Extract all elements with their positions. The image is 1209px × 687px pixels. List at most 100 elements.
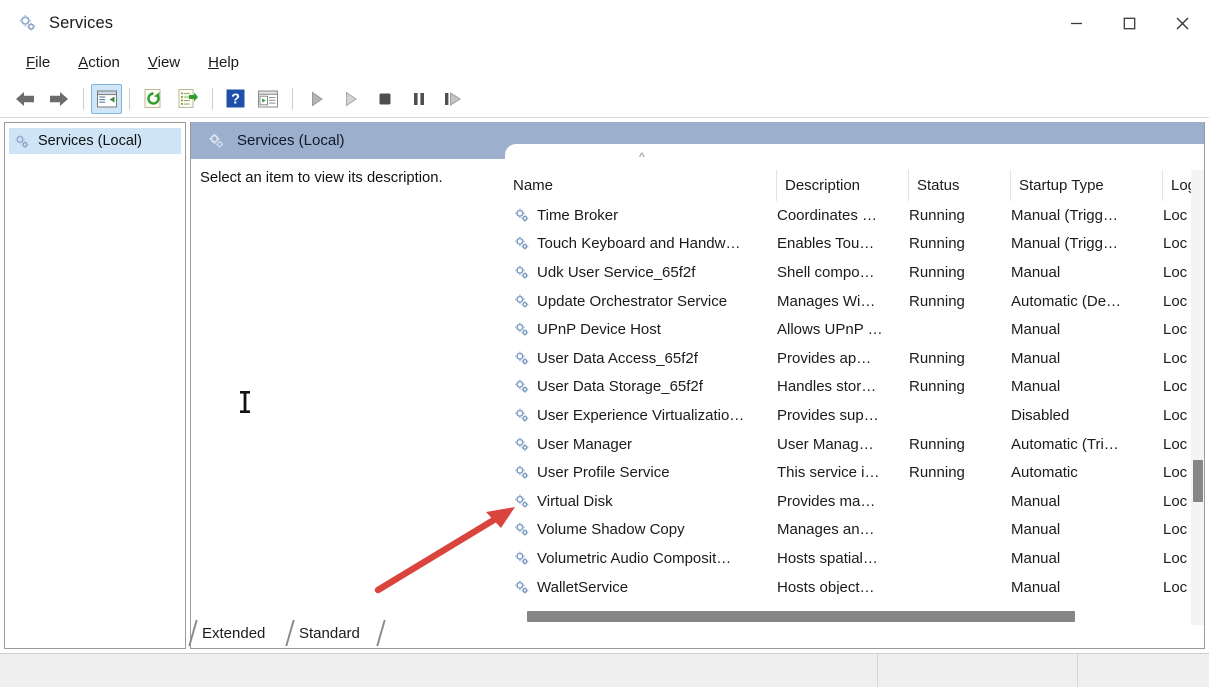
cell-logon: Loc: [1163, 516, 1191, 545]
table-row[interactable]: User Profile Service This service i… Runni…: [505, 458, 1191, 487]
cell-status: Running: [909, 458, 1011, 487]
service-gear-icon: [513, 436, 530, 453]
maximize-button[interactable]: [1103, 0, 1156, 46]
menu-view[interactable]: View: [136, 52, 192, 73]
back-button[interactable]: [8, 84, 42, 114]
service-gear-icon: [513, 579, 530, 594]
cell-description: Handles stor…: [777, 373, 909, 402]
cell-logon: Loc: [1163, 344, 1191, 373]
pause-service-button[interactable]: [402, 84, 436, 114]
service-name-label: Volume Shadow Copy: [537, 521, 685, 539]
column-header-label: Name: [513, 177, 554, 194]
vertical-scrollbar[interactable]: [1191, 170, 1205, 625]
logon-label: Loc: [1163, 378, 1188, 396]
table-row[interactable]: User Manager User Manag… Running Automatic …: [505, 430, 1191, 459]
cell-description: User Manag…: [777, 430, 909, 459]
vertical-scrollbar-thumb[interactable]: [1193, 460, 1203, 502]
service-name-label: Update Orchestrator Service: [537, 292, 728, 310]
service-name-label: User Profile Service: [537, 464, 670, 482]
table-row[interactable]: Volume Shadow Copy Manages an… Manual Loc: [505, 516, 1191, 545]
view-tab-strip: Extended Standard: [188, 616, 1205, 650]
cell-name: Volumetric Audio Composit…: [505, 544, 777, 573]
column-header-status[interactable]: Status: [909, 170, 1011, 201]
menu-file[interactable]: File: [14, 52, 62, 73]
tab-extended-label: Extended: [202, 624, 266, 642]
help-button[interactable]: ?: [220, 84, 251, 114]
restart-service-button[interactable]: [436, 84, 470, 114]
table-row[interactable]: User Experience Virtualizatio… Provides s…: [505, 401, 1191, 430]
column-header-startup[interactable]: Startup Type: [1011, 170, 1163, 201]
service-gear-icon: [513, 293, 530, 310]
stop-service-button[interactable]: [368, 84, 402, 114]
export-list-button[interactable]: [171, 84, 205, 114]
cell-name: Touch Keyboard and Handw…: [505, 230, 777, 259]
status-label: Running: [909, 235, 965, 253]
logon-label: Loc: [1163, 406, 1188, 424]
cell-description: Manages Wi…: [777, 287, 909, 316]
close-button[interactable]: [1156, 0, 1209, 46]
main-body: Services (Local) Services (Local) Select…: [0, 118, 1209, 653]
logon-label: Loc: [1163, 349, 1188, 367]
pause-icon: [414, 92, 424, 105]
table-row[interactable]: Touch Keyboard and Handw… Enables Tou… Run…: [505, 230, 1191, 259]
status-label: Running: [909, 206, 965, 224]
table-row[interactable]: WalletService Hosts object… Manual Loc: [505, 573, 1191, 594]
show-hide-console-tree-button[interactable]: [91, 83, 122, 114]
close-icon: [1176, 17, 1189, 29]
column-header-label: Description: [785, 177, 861, 194]
tab-divider: [188, 620, 198, 646]
table-row[interactable]: UPnP Device Host Allows UPnP … Manual Loc: [505, 315, 1191, 344]
cell-logon: Loc: [1163, 487, 1191, 516]
column-header-description[interactable]: Description: [777, 170, 909, 201]
service-gear-icon: [513, 407, 530, 424]
service-name-label: User Data Access_65f2f: [537, 349, 698, 367]
description-label: Manages Wi…: [777, 292, 876, 310]
table-row[interactable]: Update Orchestrator Service Manages Wi… Ru…: [505, 287, 1191, 316]
cell-startup: Manual: [1011, 258, 1163, 287]
cell-name: Virtual Disk: [505, 487, 777, 516]
tab-extended[interactable]: Extended: [202, 618, 265, 648]
table-row[interactable]: User Data Access_65f2f Provides ap… Runnin…: [505, 344, 1191, 373]
column-header-label: Startup Type: [1019, 177, 1104, 194]
menu-action[interactable]: Action: [66, 52, 132, 73]
column-header-name[interactable]: Name: [505, 170, 777, 201]
cell-name: Udk User Service_65f2f: [505, 258, 777, 287]
description-label: This service i…: [777, 464, 880, 482]
startup-label: Manual (Trigg…: [1011, 235, 1118, 253]
cell-logon: Loc: [1163, 258, 1191, 287]
sidebar-item-services-local[interactable]: Services (Local): [9, 128, 181, 154]
description-label: Provides ma…: [777, 492, 876, 510]
services-gear-icon: [13, 133, 30, 150]
table-row[interactable]: Volumetric Audio Composit… Hosts spatial……: [505, 544, 1191, 573]
description-label: Handles stor…: [777, 378, 877, 396]
forward-button[interactable]: [42, 84, 76, 114]
resume-service-button[interactable]: [334, 84, 368, 114]
cell-name: User Manager: [505, 430, 777, 459]
sidebar-item-label: Services (Local): [38, 133, 142, 149]
tab-standard[interactable]: Standard: [299, 618, 360, 648]
table-row[interactable]: User Data Storage_65f2f Handles stor… Runn…: [505, 373, 1191, 402]
menu-view-rest: iew: [157, 53, 181, 71]
refresh-button[interactable]: [137, 84, 171, 114]
cell-status: Running: [909, 201, 1011, 230]
service-gear-icon: [513, 207, 530, 224]
cell-startup: Manual: [1011, 344, 1163, 373]
cell-logon: Loc: [1163, 230, 1191, 259]
pane-caption-label: Services (Local): [237, 132, 345, 149]
minimize-button[interactable]: [1050, 0, 1103, 46]
table-row[interactable]: Virtual Disk Provides ma… Manual Loc: [505, 487, 1191, 516]
logon-label: Loc: [1163, 292, 1188, 310]
properties-button[interactable]: [251, 84, 285, 114]
start-service-button[interactable]: [300, 84, 334, 114]
table-row[interactable]: Time Broker Coordinates … Running Manual (T…: [505, 201, 1191, 230]
menu-help[interactable]: Help: [196, 52, 251, 73]
cell-logon: Loc: [1163, 287, 1191, 316]
toolbar-separator: [129, 87, 130, 110]
cell-logon: Loc: [1163, 373, 1191, 402]
toolbar-separator: [83, 87, 84, 110]
table-row[interactable]: Udk User Service_65f2f Shell compo… Runnin…: [505, 258, 1191, 287]
services-rows: Time Broker Coordinates … Running Manual (T…: [505, 201, 1191, 594]
tab-divider: [376, 620, 386, 646]
console-tree-icon: [96, 90, 117, 107]
cell-name: UPnP Device Host: [505, 315, 777, 344]
